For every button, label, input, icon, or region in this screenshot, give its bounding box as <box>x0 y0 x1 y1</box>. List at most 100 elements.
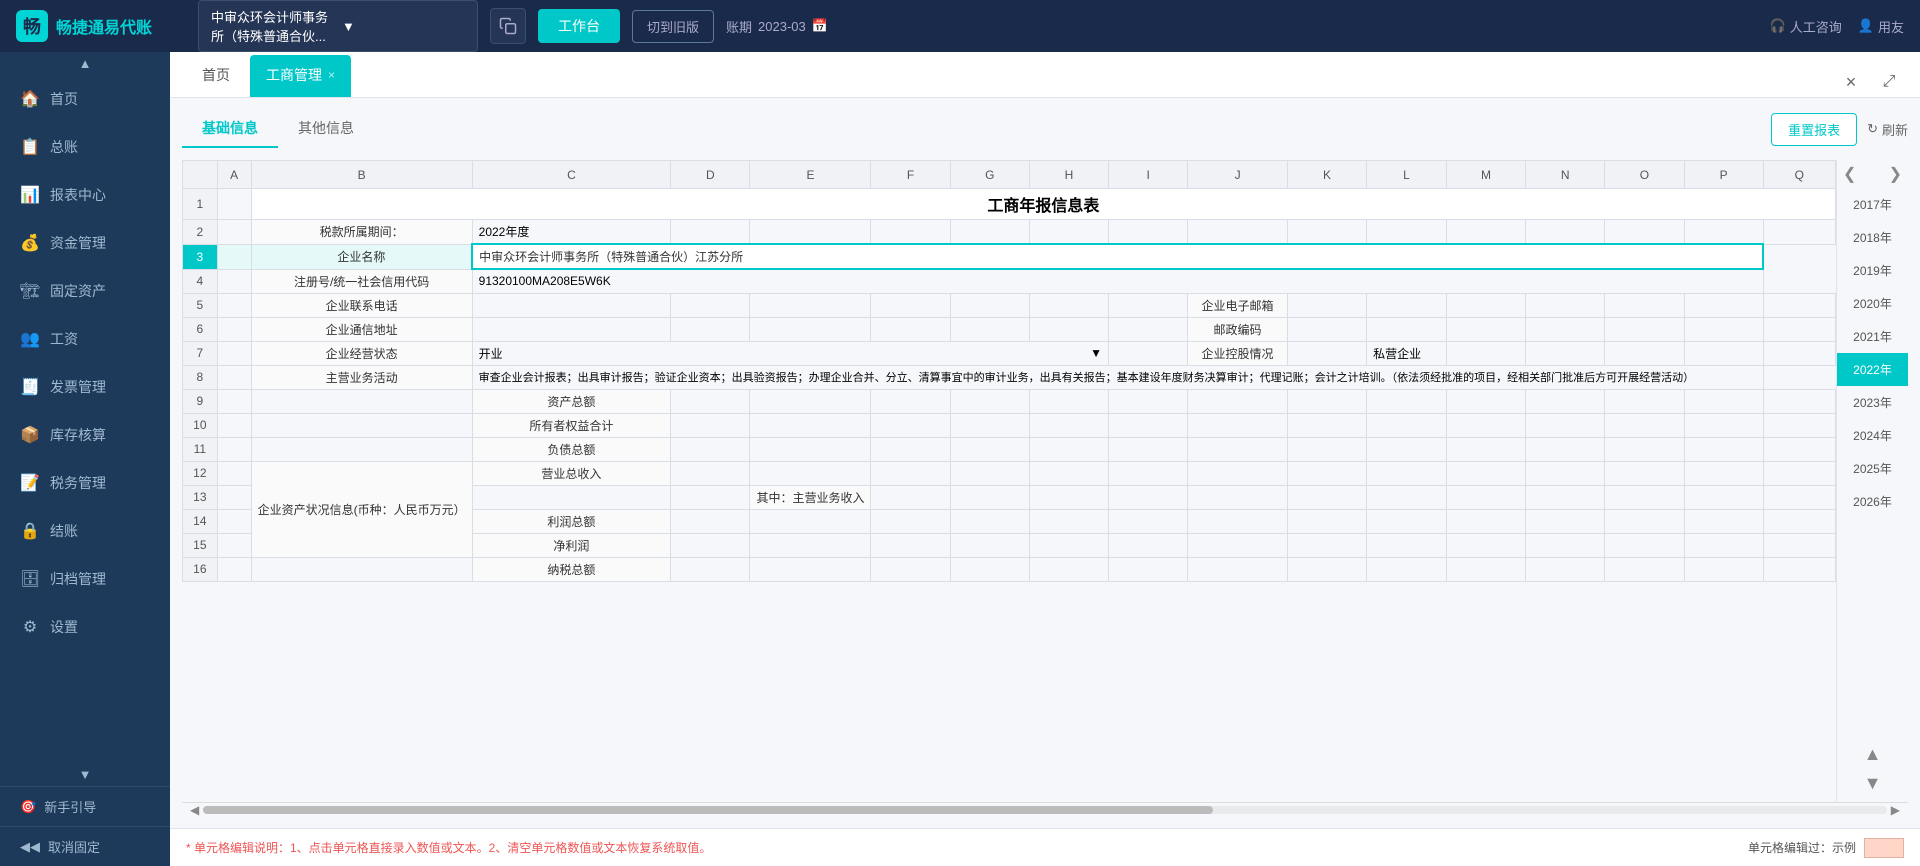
cell-9-n[interactable] <box>1526 389 1605 413</box>
cell-16-p[interactable] <box>1684 557 1763 581</box>
tab-close-icon[interactable]: × <box>328 68 335 82</box>
cell-2-j[interactable] <box>1188 220 1288 245</box>
cell-10-i[interactable] <box>1109 413 1188 437</box>
cell-11-q[interactable] <box>1763 437 1835 461</box>
cell-9-k[interactable] <box>1287 389 1366 413</box>
cell-2-g[interactable] <box>950 220 1029 245</box>
cell-11-d[interactable] <box>671 437 750 461</box>
cell-13-i[interactable] <box>1109 485 1188 509</box>
cell-10-g[interactable] <box>950 413 1029 437</box>
cell-2-n[interactable] <box>1526 220 1605 245</box>
cell-9-o[interactable] <box>1605 389 1684 413</box>
cell-5-p[interactable] <box>1684 293 1763 317</box>
cell-9-h[interactable] <box>1029 389 1108 413</box>
cell-9-p[interactable] <box>1684 389 1763 413</box>
cell-12-i[interactable] <box>1109 461 1188 485</box>
cell-13-l[interactable] <box>1367 485 1447 509</box>
cell-5-m[interactable] <box>1446 293 1525 317</box>
cell-14-d[interactable] <box>671 509 750 533</box>
company-selector[interactable]: 中审众环会计师事务所（特殊普通合伙... ▼ <box>198 0 478 52</box>
cell-1-a[interactable] <box>217 189 251 220</box>
cell-2-q[interactable] <box>1763 220 1835 245</box>
cell-14-i[interactable] <box>1109 509 1188 533</box>
cell-16-h[interactable] <box>1029 557 1108 581</box>
cell-16-g[interactable] <box>950 557 1029 581</box>
sidebar-item-ledger[interactable]: 📋 总账 <box>0 123 170 171</box>
cell-2-h[interactable] <box>1029 220 1108 245</box>
cell-14-q[interactable] <box>1763 509 1835 533</box>
cell-14-h[interactable] <box>1029 509 1108 533</box>
cell-10-m[interactable] <box>1446 413 1525 437</box>
cell-10-e[interactable] <box>750 413 871 437</box>
cell-7-m[interactable] <box>1446 341 1525 365</box>
cell-2-c[interactable]: 2022年度 <box>472 220 671 245</box>
cell-5-f[interactable] <box>871 293 950 317</box>
cell-13-p[interactable] <box>1684 485 1763 509</box>
cell-2-m[interactable] <box>1446 220 1525 245</box>
cell-2-k[interactable] <box>1287 220 1366 245</box>
sidebar-item-home[interactable]: 🏠 首页 <box>0 75 170 123</box>
sub-tab-other[interactable]: 其他信息 <box>278 110 374 148</box>
sidebar-item-archive[interactable]: 🗄 归档管理 <box>0 555 170 603</box>
cell-5-a[interactable] <box>217 293 251 317</box>
cell-6-f[interactable] <box>871 317 950 341</box>
calendar-icon[interactable]: 📅 <box>812 18 828 34</box>
cell-6-k[interactable] <box>1287 317 1366 341</box>
cell-15-e[interactable] <box>750 533 871 557</box>
sidebar-newbie[interactable]: 🎯 新手引导 <box>0 786 170 826</box>
cell-16-a[interactable] <box>217 557 251 581</box>
panel-chevron-down[interactable]: ▼ <box>1860 769 1886 798</box>
cell-7-l[interactable]: 私营企业 <box>1367 341 1447 365</box>
cell-10-b[interactable] <box>251 413 472 437</box>
cell-2-o[interactable] <box>1605 220 1684 245</box>
cell-11-f[interactable] <box>871 437 950 461</box>
panel-chevron-up[interactable]: ▲ <box>1860 740 1886 769</box>
sidebar-item-invoice[interactable]: 🧾 发票管理 <box>0 363 170 411</box>
cell-16-d[interactable] <box>671 557 750 581</box>
cell-7-i[interactable] <box>1109 341 1188 365</box>
cell-12-g[interactable] <box>950 461 1029 485</box>
cell-9-a[interactable] <box>217 389 251 413</box>
cell-16-n[interactable] <box>1526 557 1605 581</box>
cell-2-l[interactable] <box>1367 220 1447 245</box>
cell-5-l[interactable] <box>1367 293 1447 317</box>
cell-15-f[interactable] <box>871 533 950 557</box>
cell-15-q[interactable] <box>1763 533 1835 557</box>
sidebar-item-report[interactable]: 📊 报表中心 <box>0 171 170 219</box>
cell-16-k[interactable] <box>1287 557 1366 581</box>
year-2023[interactable]: 2023年 <box>1837 386 1908 419</box>
cell-16-o[interactable] <box>1605 557 1684 581</box>
spreadsheet-main[interactable]: A B C D E F G H I J K L <box>182 160 1836 802</box>
cell-13-n[interactable] <box>1526 485 1605 509</box>
year-2020[interactable]: 2020年 <box>1837 287 1908 320</box>
cell-14-l[interactable] <box>1367 509 1447 533</box>
cell-6-a[interactable] <box>217 317 251 341</box>
cell-12-f[interactable] <box>871 461 950 485</box>
cell-10-n[interactable] <box>1526 413 1605 437</box>
cell-11-n[interactable] <box>1526 437 1605 461</box>
cell-13-o[interactable] <box>1605 485 1684 509</box>
cell-16-i[interactable] <box>1109 557 1188 581</box>
cell-15-o[interactable] <box>1605 533 1684 557</box>
cell-2-p[interactable] <box>1684 220 1763 245</box>
cell-9-f[interactable] <box>871 389 950 413</box>
cell-10-a[interactable] <box>217 413 251 437</box>
hscroll-bar[interactable]: ◀ ▶ <box>182 802 1908 816</box>
cell-14-p[interactable] <box>1684 509 1763 533</box>
cell-5-i[interactable] <box>1109 293 1188 317</box>
sidebar-scroll-down[interactable]: ▼ <box>0 763 170 786</box>
cell-12-q[interactable] <box>1763 461 1835 485</box>
cell-10-l[interactable] <box>1367 413 1447 437</box>
cell-10-h[interactable] <box>1029 413 1108 437</box>
cell-16-j[interactable] <box>1188 557 1288 581</box>
tab-expand-btn[interactable]: ⤢ <box>1874 67 1904 97</box>
cell-2-i[interactable] <box>1109 220 1188 245</box>
cell-12-d[interactable] <box>671 461 750 485</box>
cell-16-l[interactable] <box>1367 557 1447 581</box>
cell-9-e[interactable] <box>750 389 871 413</box>
cell-15-i[interactable] <box>1109 533 1188 557</box>
cell-8-a[interactable] <box>217 365 251 389</box>
cell-11-k[interactable] <box>1287 437 1366 461</box>
cell-7-q[interactable] <box>1763 341 1835 365</box>
cell-13-h[interactable] <box>1029 485 1108 509</box>
